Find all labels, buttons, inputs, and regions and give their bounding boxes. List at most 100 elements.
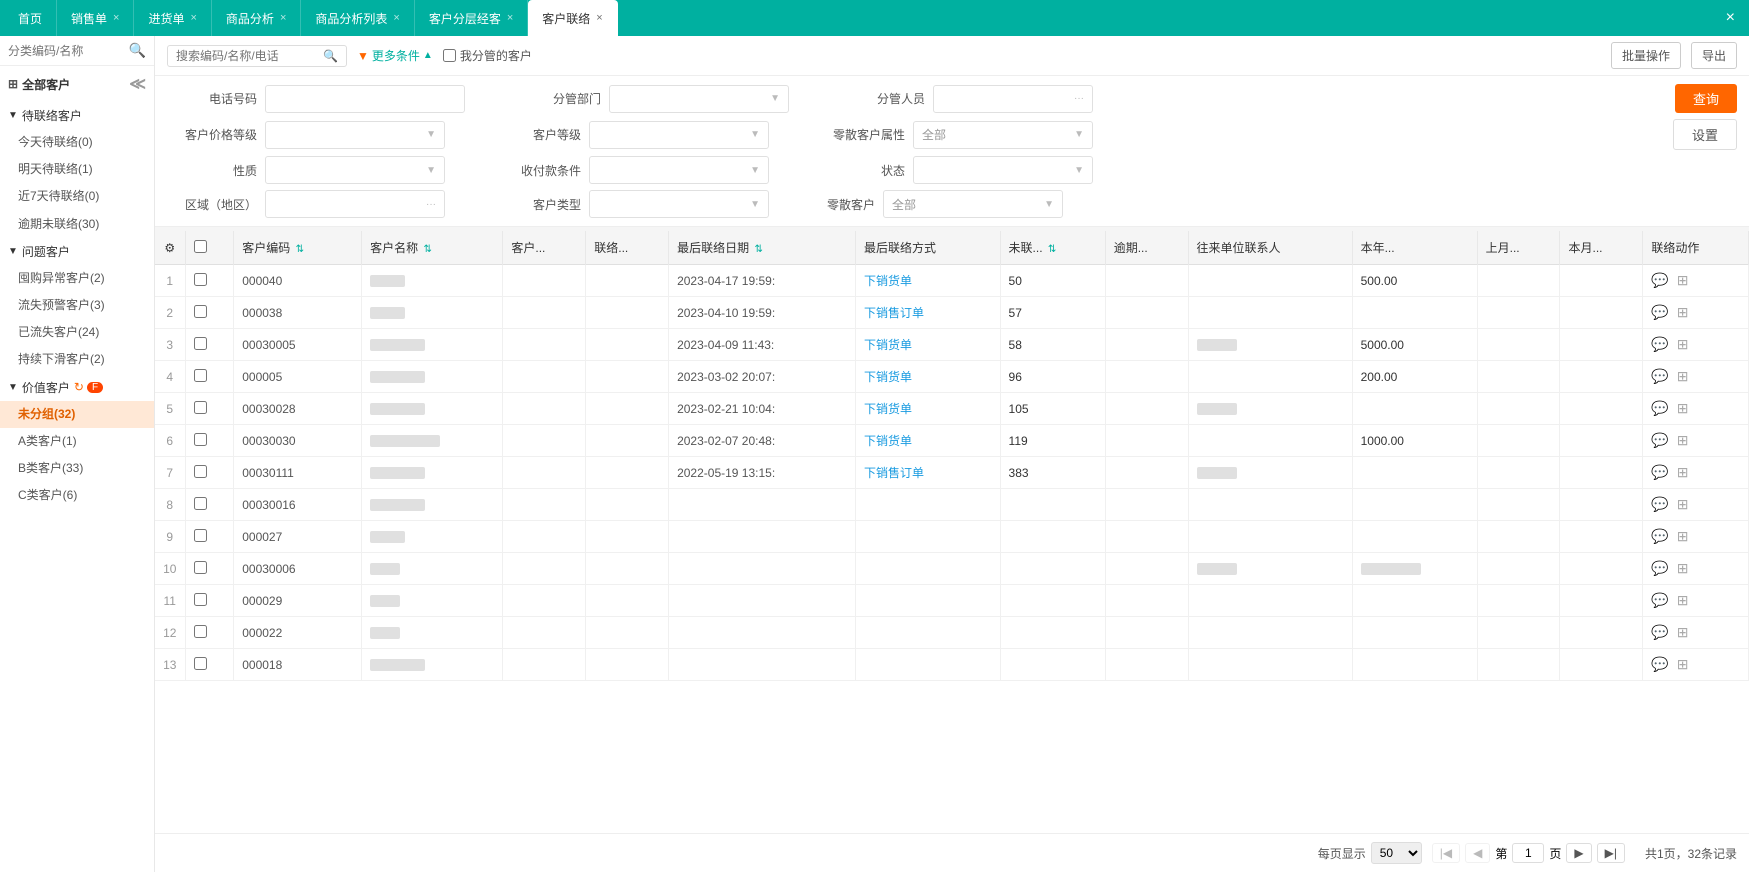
overdue-header[interactable]: 逾期... (1105, 231, 1188, 265)
retail-attr-select[interactable]: 全部 ▼ (913, 121, 1093, 149)
grid-action-icon[interactable]: ⊞ (1677, 624, 1689, 641)
sort-icon[interactable]: ⇅ (1048, 244, 1056, 255)
tab-sales[interactable]: 销售单 × (57, 0, 134, 36)
customer-type-select[interactable]: ▼ (589, 190, 769, 218)
settings-icon[interactable]: ⚙ (164, 241, 175, 255)
sidebar-item-declining[interactable]: 持续下滑客户(2) (0, 346, 154, 373)
grid-action-icon[interactable]: ⊞ (1677, 336, 1689, 353)
type-header[interactable]: 客户... (503, 231, 586, 265)
no-contact-header[interactable]: 未联... ⇅ (1000, 231, 1105, 265)
contact-method-link[interactable]: 下销货单 (864, 434, 912, 448)
last-contact-method[interactable]: 下销货单 (855, 265, 1000, 297)
last-contact-method[interactable]: 下销售订单 (855, 297, 1000, 329)
contact-method-link[interactable]: 下销货单 (864, 274, 912, 288)
sidebar-item-churn-warning[interactable]: 流失预警客户(3) (0, 292, 154, 319)
chat-icon[interactable]: 💬 (1651, 336, 1668, 353)
sidebar-section-problem[interactable]: ▼ 问题客户 (0, 238, 154, 265)
chat-icon[interactable]: 💬 (1651, 272, 1668, 289)
sidebar-section-pending[interactable]: ▼ 待联络客户 (0, 102, 154, 129)
last-contact-method[interactable] (855, 521, 1000, 553)
chat-icon[interactable]: 💬 (1651, 624, 1668, 641)
last-contact-method[interactable] (855, 489, 1000, 521)
last-page-button[interactable]: ▶| (1597, 843, 1625, 863)
last-contact-method[interactable]: 下销售订单 (855, 457, 1000, 489)
contact-header[interactable]: 联络... (586, 231, 669, 265)
sidebar-item-week-pending[interactable]: 近7天待联络(0) (0, 183, 154, 210)
grid-action-icon[interactable]: ⊞ (1677, 464, 1689, 481)
chat-icon[interactable]: 💬 (1651, 368, 1668, 385)
sidebar-item-class-b[interactable]: B类客户(33) (0, 455, 154, 482)
retail-customer-select[interactable]: 全部 ▼ (883, 190, 1063, 218)
chat-icon[interactable]: 💬 (1651, 656, 1668, 673)
reset-button[interactable]: 设置 (1673, 119, 1737, 150)
sidebar-section-value[interactable]: ▼ 价值客户 ↻ F (0, 374, 154, 401)
tab-customer-segment[interactable]: 客户分层经客 × (415, 0, 528, 36)
grid-action-icon[interactable]: ⊞ (1677, 272, 1689, 289)
grid-action-icon[interactable]: ⊞ (1677, 496, 1689, 513)
export-button[interactable]: 导出 (1691, 42, 1737, 69)
row-checkbox[interactable] (185, 585, 234, 617)
payment-select[interactable]: ▼ (589, 156, 769, 184)
row-checkbox[interactable] (185, 617, 234, 649)
filter-search-input[interactable] (176, 49, 318, 63)
filter-search-icon[interactable]: 🔍 (323, 49, 338, 63)
last-contact-method[interactable]: 下销货单 (855, 425, 1000, 457)
sort-icon[interactable]: ⇅ (423, 244, 431, 255)
last-contact-method[interactable]: 下销货单 (855, 361, 1000, 393)
sidebar-item-class-c[interactable]: C类客户(6) (0, 482, 154, 509)
sidebar-all-customers[interactable]: ⊞ 全部客户 ≪ (0, 66, 154, 102)
contact-method-link[interactable]: 下销售订单 (864, 306, 924, 320)
row-checkbox[interactable] (185, 649, 234, 681)
chat-icon[interactable]: 💬 (1651, 528, 1668, 545)
chat-icon[interactable]: 💬 (1651, 560, 1668, 577)
sort-icon[interactable]: ⇅ (754, 244, 762, 255)
checkbox-header[interactable] (185, 231, 234, 265)
grid-action-icon[interactable]: ⊞ (1677, 400, 1689, 417)
sidebar-search-icon[interactable]: 🔍 (129, 42, 146, 59)
close-icon[interactable]: × (113, 12, 119, 24)
last-contact-method[interactable]: 下销货单 (855, 393, 1000, 425)
grid-action-icon[interactable]: ⊞ (1677, 592, 1689, 609)
last-method-header[interactable]: 最后联络方式 (855, 231, 1000, 265)
sidebar-item-churned[interactable]: 已流失客户(24) (0, 319, 154, 346)
dept-select[interactable]: ▼ (609, 85, 789, 113)
this-year-header[interactable]: 本年... (1352, 231, 1477, 265)
batch-operation-button[interactable]: 批量操作 (1611, 42, 1681, 69)
chat-icon[interactable]: 💬 (1651, 432, 1668, 449)
last-month-header[interactable]: 上月... (1477, 231, 1560, 265)
row-checkbox[interactable] (185, 265, 234, 297)
last-contact-method[interactable] (855, 617, 1000, 649)
tab-home[interactable]: 首页 (4, 0, 57, 36)
first-page-button[interactable]: |◀ (1432, 843, 1460, 863)
phone-input[interactable] (265, 85, 465, 113)
page-size-select[interactable]: 50 100 200 (1371, 842, 1422, 864)
row-checkbox[interactable] (185, 297, 234, 329)
this-month-header[interactable]: 本月... (1560, 231, 1643, 265)
contact-method-link[interactable]: 下销货单 (864, 338, 912, 352)
row-checkbox[interactable] (185, 457, 234, 489)
filter-search-box[interactable]: 🔍 (167, 45, 347, 67)
grid-action-icon[interactable]: ⊞ (1677, 528, 1689, 545)
table-settings-header[interactable]: ⚙ (155, 231, 185, 265)
sidebar-item-today-pending[interactable]: 今天待联络(0) (0, 129, 154, 156)
window-close-button[interactable]: × (1716, 9, 1745, 27)
row-checkbox[interactable] (185, 393, 234, 425)
next-page-button[interactable]: ▶ (1566, 843, 1591, 863)
select-all-checkbox[interactable] (194, 240, 207, 253)
refresh-icon[interactable]: ↻ (74, 380, 84, 394)
close-icon[interactable]: × (596, 12, 602, 24)
sidebar-item-tomorrow-pending[interactable]: 明天待联络(1) (0, 156, 154, 183)
last-contact-method[interactable] (855, 649, 1000, 681)
sort-icon[interactable]: ⇅ (296, 244, 304, 255)
nature-select[interactable]: ▼ (265, 156, 445, 184)
chat-icon[interactable]: 💬 (1651, 400, 1668, 417)
last-contact-method[interactable] (855, 585, 1000, 617)
grid-action-icon[interactable]: ⊞ (1677, 304, 1689, 321)
customer-level-select[interactable]: ▼ (589, 121, 769, 149)
row-checkbox[interactable] (185, 425, 234, 457)
query-button[interactable]: 查询 (1675, 84, 1737, 113)
close-icon[interactable]: × (280, 12, 286, 24)
my-customers-input[interactable] (443, 49, 456, 62)
unit-contact-header[interactable]: 往来单位联系人 (1188, 231, 1352, 265)
close-icon[interactable]: × (190, 12, 196, 24)
